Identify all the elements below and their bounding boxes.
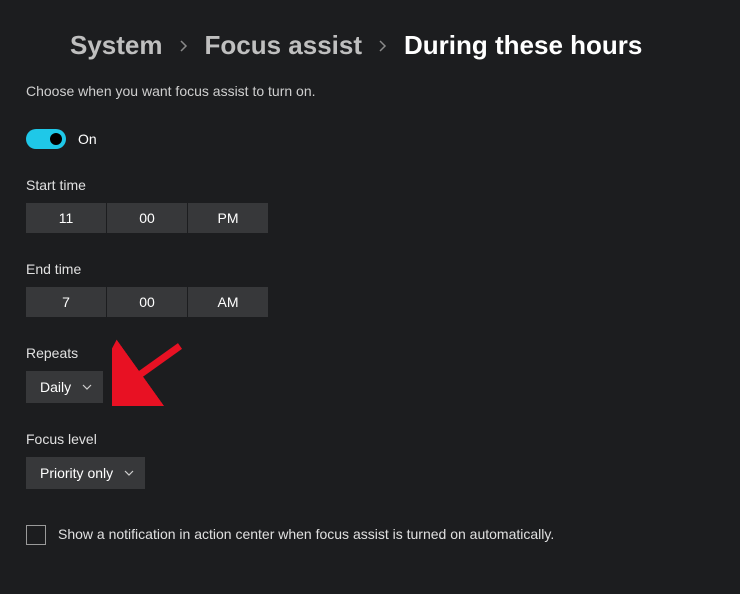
start-time-picker: 11 00 PM	[26, 203, 714, 233]
end-time-minute[interactable]: 00	[107, 287, 187, 317]
focus-assist-toggle-row: On	[26, 129, 714, 149]
end-time-label: End time	[26, 261, 714, 277]
breadcrumb: System Focus assist During these hours	[70, 30, 714, 61]
breadcrumb-focus-assist[interactable]: Focus assist	[205, 30, 363, 61]
repeats-select[interactable]: Daily	[26, 371, 103, 403]
chevron-right-icon	[378, 39, 388, 53]
toggle-state-label: On	[78, 131, 97, 147]
start-time-minute[interactable]: 00	[107, 203, 187, 233]
notification-checkbox-row: Show a notification in action center whe…	[26, 525, 714, 545]
page-description: Choose when you want focus assist to tur…	[26, 83, 714, 99]
notification-checkbox[interactable]	[26, 525, 46, 545]
chevron-down-icon	[81, 383, 93, 391]
chevron-right-icon	[179, 39, 189, 53]
start-time-label: Start time	[26, 177, 714, 193]
breadcrumb-system[interactable]: System	[70, 30, 163, 61]
focus-level-label: Focus level	[26, 431, 714, 447]
repeats-label: Repeats	[26, 345, 714, 361]
focus-level-value: Priority only	[40, 465, 113, 481]
repeats-value: Daily	[40, 379, 71, 395]
end-time-picker: 7 00 AM	[26, 287, 714, 317]
end-time-ampm[interactable]: AM	[188, 287, 268, 317]
toggle-thumb	[50, 133, 62, 145]
end-time-hour[interactable]: 7	[26, 287, 106, 317]
focus-assist-toggle[interactable]	[26, 129, 66, 149]
start-time-ampm[interactable]: PM	[188, 203, 268, 233]
focus-level-select[interactable]: Priority only	[26, 457, 145, 489]
start-time-hour[interactable]: 11	[26, 203, 106, 233]
page-title: During these hours	[404, 30, 642, 61]
chevron-down-icon	[123, 469, 135, 477]
notification-checkbox-label: Show a notification in action center whe…	[58, 525, 554, 545]
